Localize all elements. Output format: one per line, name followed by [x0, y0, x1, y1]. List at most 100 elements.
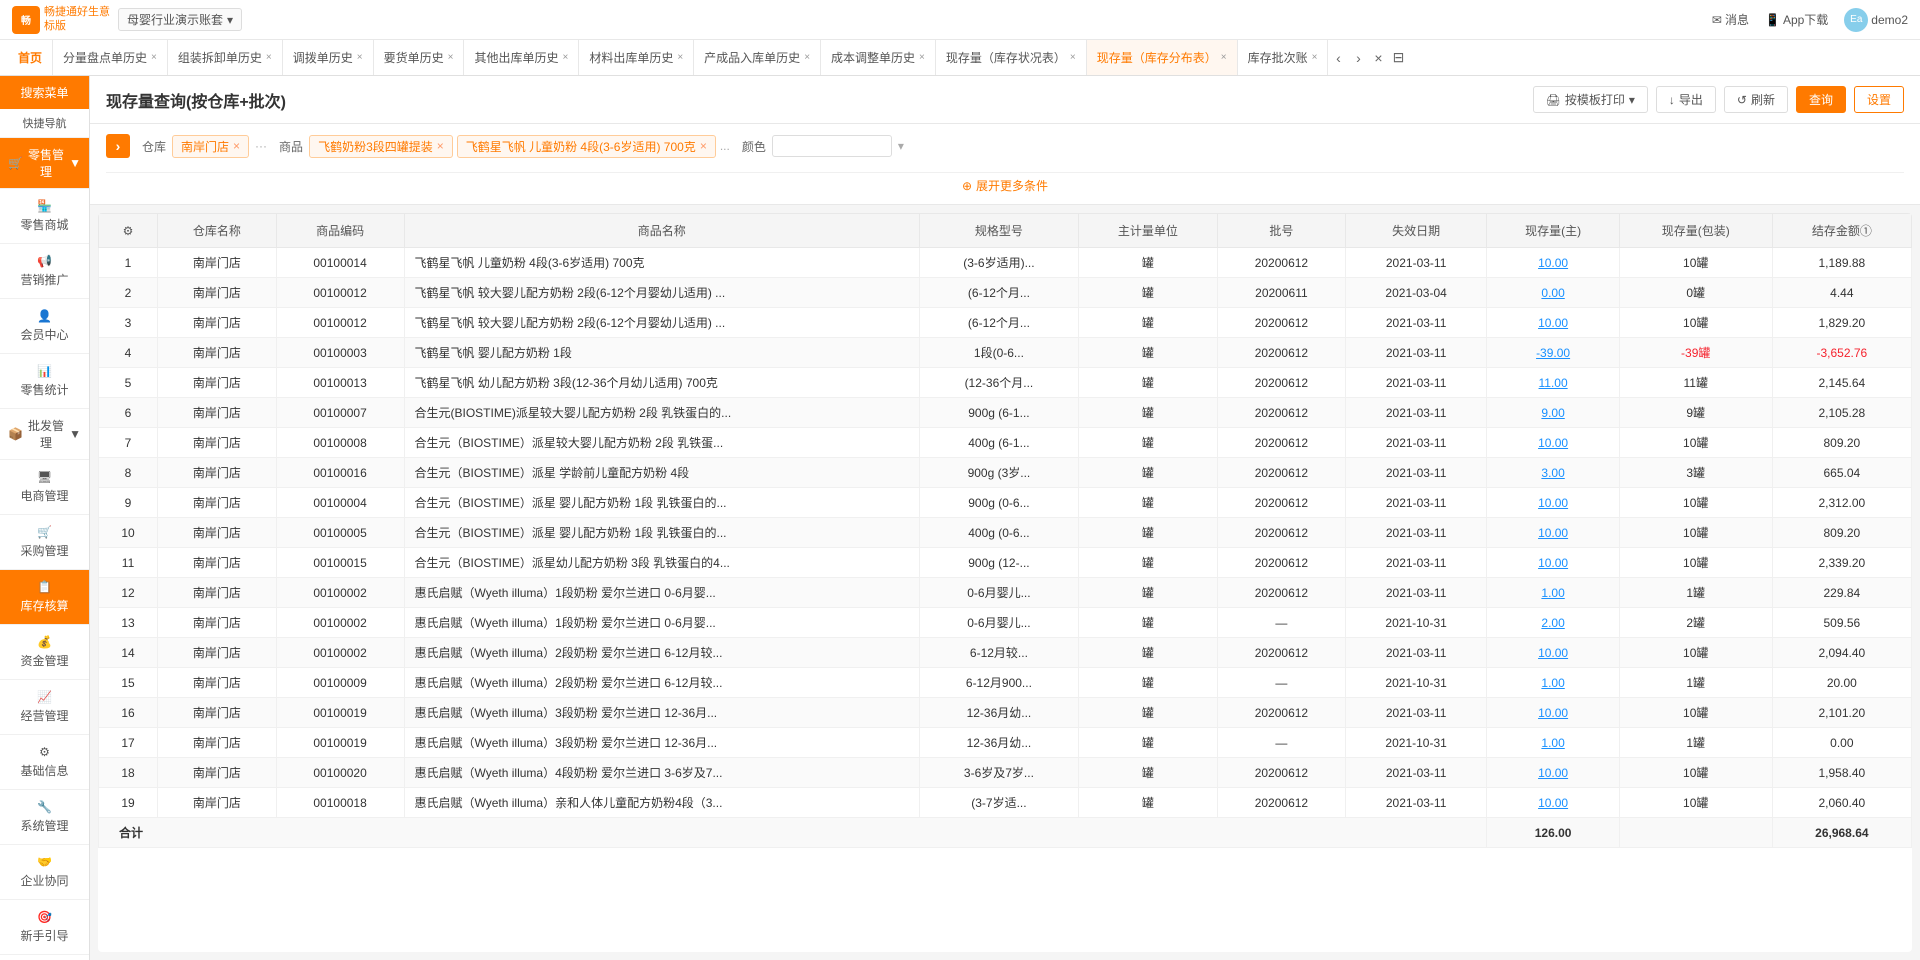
tab-menu[interactable]: ⊟ [1388, 40, 1408, 76]
tab-close-icon[interactable]: × [448, 52, 454, 63]
row-qty-main[interactable]: 1.00 [1487, 578, 1619, 608]
sidebar-item-app-center[interactable]: 📱 应用中心 [0, 955, 89, 960]
row-qty-main[interactable]: 3.00 [1487, 458, 1619, 488]
sidebar-quick-nav[interactable]: 快捷导航 [0, 109, 89, 138]
row-batch: 20200612 [1217, 518, 1345, 548]
expand-more-button[interactable]: ⊕ 展开更多条件 [962, 177, 1048, 194]
settings-button[interactable]: 设置 [1854, 86, 1904, 113]
query-button[interactable]: 查询 [1796, 86, 1846, 113]
tab-close-icon[interactable]: × [357, 52, 363, 63]
message-link[interactable]: ✉ 消息 [1712, 11, 1749, 28]
warehouse-filter-dots[interactable]: ··· [255, 139, 267, 153]
tab-partial-inventory[interactable]: 分量盘点单历史 × [53, 40, 168, 76]
tab-close-icon[interactable]: × [1312, 52, 1318, 63]
sidebar-item-purchase[interactable]: 🛒 采购管理 [0, 515, 89, 570]
sidebar-item-guide[interactable]: 🎯 新手引导 [0, 900, 89, 955]
product-tag-1[interactable]: 飞鹤奶粉3段四罐提装 × [309, 135, 453, 158]
row-qty-main[interactable]: 10.00 [1487, 308, 1619, 338]
row-qty-main[interactable]: 2.00 [1487, 608, 1619, 638]
tab-close-icon[interactable]: × [266, 52, 272, 63]
row-qty-main[interactable]: 10.00 [1487, 488, 1619, 518]
warehouse-filter-tag[interactable]: 南岸门店 × [172, 135, 249, 158]
tab-close-icon[interactable]: × [562, 52, 568, 63]
product-tag-2[interactable]: 飞鹤星飞帆 儿童奶粉 4段(3-6岁适用) 700克 × [457, 135, 716, 158]
tab-home[interactable]: 首页 [8, 40, 53, 76]
tab-close-icon[interactable]: × [1221, 52, 1227, 63]
tab-close-icon[interactable]: × [151, 52, 157, 63]
org-selector[interactable]: 母婴行业演示账套 ▾ [118, 8, 242, 31]
sidebar-item-cooperation[interactable]: 🤝 企业协同 [0, 845, 89, 900]
row-qty-main[interactable]: 11.00 [1487, 368, 1619, 398]
row-qty-main[interactable]: 10.00 [1487, 518, 1619, 548]
color-dropdown-icon[interactable]: ▾ [898, 139, 904, 153]
row-num: 1 [99, 248, 158, 278]
sidebar-item-basic[interactable]: ⚙ 基础信息 [0, 735, 89, 790]
refresh-button[interactable]: ↺ 刷新 [1724, 86, 1788, 113]
sidebar-item-retail-shop[interactable]: 🏪 零售商城 [0, 189, 89, 244]
sidebar-item-ecommerce[interactable]: 🖥 电商管理 [0, 460, 89, 515]
row-qty-main[interactable]: 10.00 [1487, 548, 1619, 578]
sidebar-item-member[interactable]: 👤 会员中心 [0, 299, 89, 354]
export-button[interactable]: ↓ 导出 [1656, 86, 1716, 113]
sidebar-item-retail-stats[interactable]: 📊 零售统计 [0, 354, 89, 409]
row-batch: 20200612 [1217, 428, 1345, 458]
product-tag-2-close-icon[interactable]: × [700, 139, 707, 153]
ecommerce-icon: 🖥 [37, 470, 52, 484]
row-num: 19 [99, 788, 158, 818]
tab-close-icon[interactable]: × [804, 52, 810, 63]
row-name: 飞鹤星飞帆 婴儿配方奶粉 1段 [404, 338, 920, 368]
expand-button[interactable]: › [106, 134, 130, 158]
tab-product-in[interactable]: 产成品入库单历史 × [694, 40, 821, 76]
tab-nav-next[interactable]: › [1348, 40, 1368, 76]
row-qty-main[interactable]: 10.00 [1487, 698, 1619, 728]
color-filter-input[interactable] [772, 135, 892, 157]
row-qty-main[interactable]: 10.00 [1487, 788, 1619, 818]
tab-requisition[interactable]: 要货单历史 × [374, 40, 465, 76]
row-qty-main[interactable]: 10.00 [1487, 638, 1619, 668]
product-tag-1-close-icon[interactable]: × [437, 139, 444, 153]
row-qty-main[interactable]: 10.00 [1487, 428, 1619, 458]
app-download-link[interactable]: 📱 App下载 [1765, 11, 1828, 28]
tab-stock-dist[interactable]: 现存量（库存分布表） × [1087, 40, 1238, 76]
sidebar-item-retail[interactable]: 🛒 零售管理 ▼ [0, 138, 89, 189]
sidebar-item-system[interactable]: 🔧 系统管理 [0, 790, 89, 845]
tab-close-all[interactable]: × [1368, 40, 1388, 76]
user-area[interactable]: Ea demo2 [1844, 8, 1908, 32]
tab-stock-status[interactable]: 现存量（库存状况表） × [936, 40, 1087, 76]
tab-batch-voucher[interactable]: 库存批次账 × [1238, 40, 1329, 76]
tab-close-icon[interactable]: × [677, 52, 683, 63]
row-balance: -3,652.76 [1772, 338, 1911, 368]
row-batch: 20200612 [1217, 578, 1345, 608]
table-row: 14 南岸门店 00100002 惠氏启赋（Wyeth illuma）2段奶粉 … [99, 638, 1912, 668]
col-expire: 失效日期 [1345, 214, 1487, 248]
row-qty-main[interactable]: 1.00 [1487, 668, 1619, 698]
tab-other-out[interactable]: 其他出库单历史 × [464, 40, 579, 76]
row-qty-main[interactable]: 9.00 [1487, 398, 1619, 428]
template-print-button[interactable]: 🖨 按模板打印 ▾ [1533, 86, 1648, 113]
sidebar-item-wholesale[interactable]: 📦 批发管理 ▼ [0, 409, 89, 460]
row-spec: (3-6岁适用)... [920, 248, 1079, 278]
row-qty-main[interactable]: -39.00 [1487, 338, 1619, 368]
sidebar-item-finance[interactable]: 💰 资金管理 [0, 625, 89, 680]
row-batch: — [1217, 608, 1345, 638]
warehouse-tag-close-icon[interactable]: × [233, 139, 240, 153]
row-qty-main[interactable]: 0.00 [1487, 278, 1619, 308]
tab-cost-adj[interactable]: 成本调整单历史 × [821, 40, 936, 76]
tab-nav-prev[interactable]: ‹ [1328, 40, 1348, 76]
tab-disassembly[interactable]: 组装拆卸单历史 × [168, 40, 283, 76]
tab-transfer[interactable]: 调拨单历史 × [283, 40, 374, 76]
row-qty-main[interactable]: 1.00 [1487, 728, 1619, 758]
row-qty-main[interactable]: 10.00 [1487, 758, 1619, 788]
tab-close-icon[interactable]: × [919, 52, 925, 63]
tab-close-icon[interactable]: × [1070, 52, 1076, 63]
sidebar-item-inventory[interactable]: 📋 库存核算 [0, 570, 89, 625]
sidebar-item-operations[interactable]: 📈 经营管理 [0, 680, 89, 735]
tab-material-out[interactable]: 材料出库单历史 × [579, 40, 694, 76]
row-qty-main[interactable]: 10.00 [1487, 248, 1619, 278]
sidebar-item-marketing[interactable]: 📢 营销推广 [0, 244, 89, 299]
row-qty-pkg: 10罐 [1619, 308, 1772, 338]
product-filter-dots[interactable]: ... [720, 139, 730, 153]
col-settings[interactable]: ⚙ [99, 214, 158, 248]
sidebar-search[interactable]: 搜索菜单 [0, 76, 89, 109]
row-batch: 20200612 [1217, 458, 1345, 488]
